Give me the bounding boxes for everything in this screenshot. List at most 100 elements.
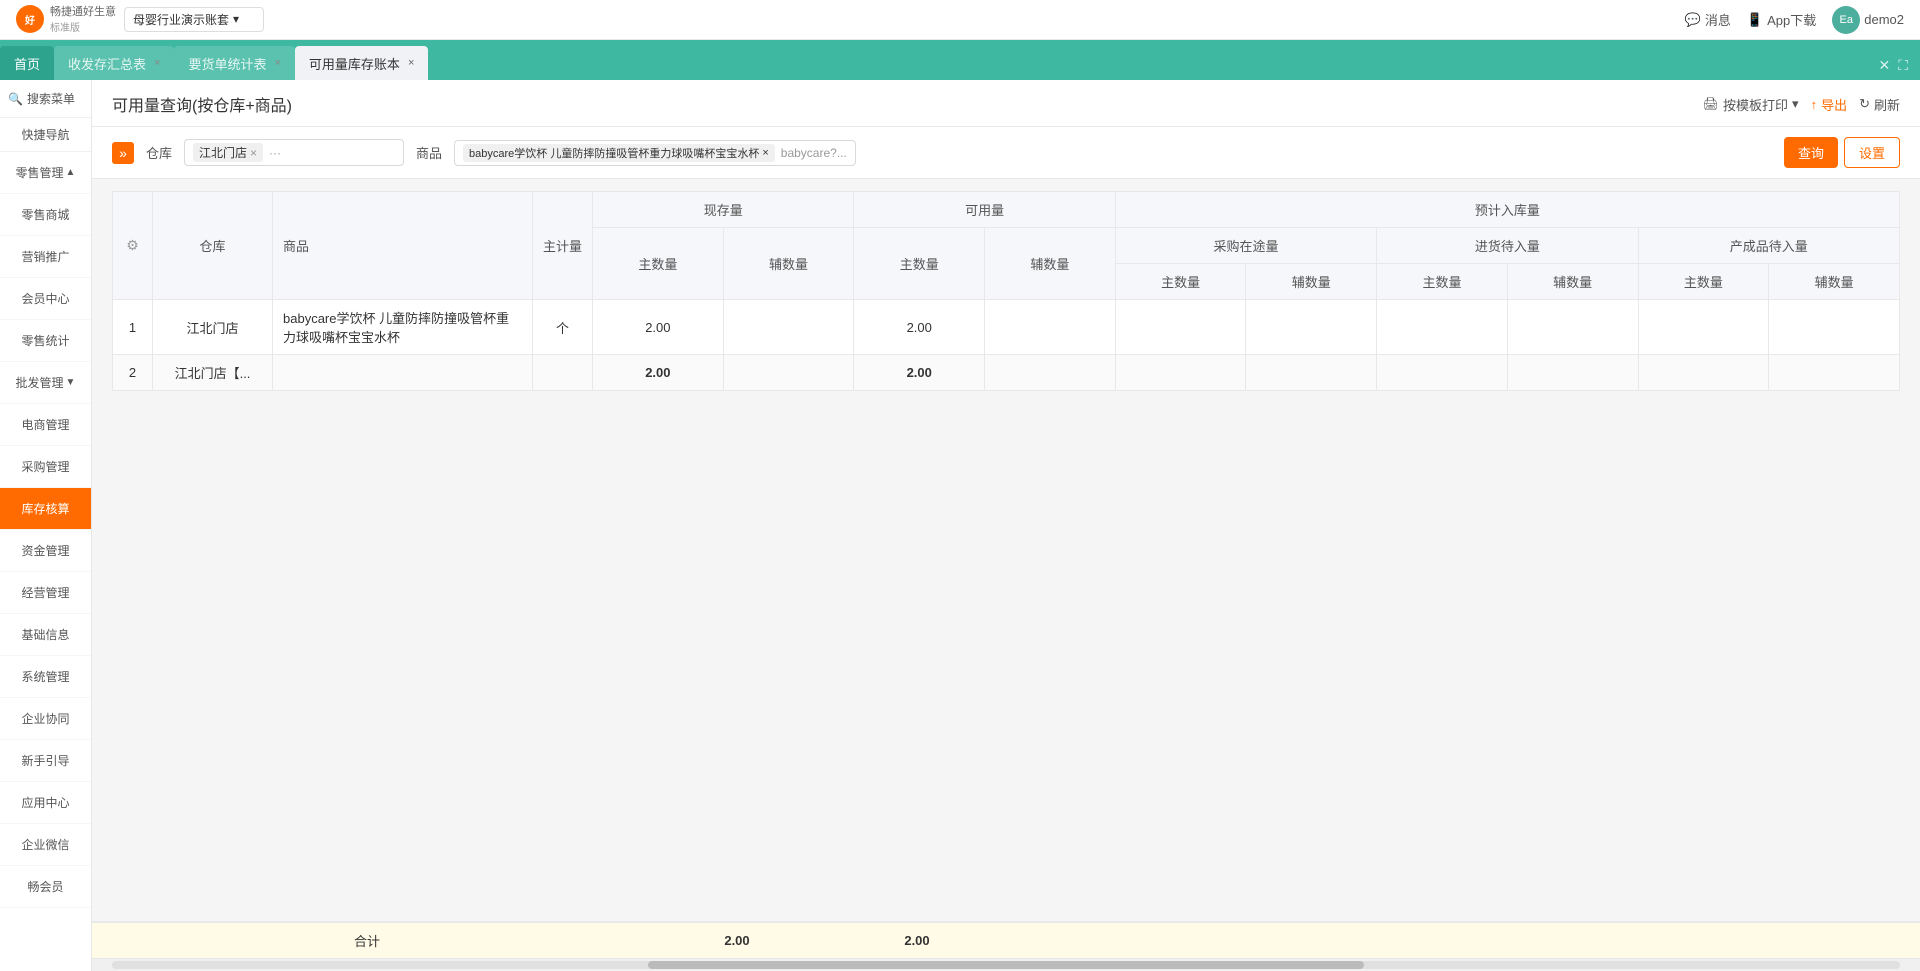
sidebar-item-retail-stats[interactable]: 零售统计 [0,320,91,362]
table-row: 1 江北门店 babycare学饮杯 儿童防摔防撞吸管杯重力球吸嘴杯宝宝水杯 个… [113,300,1900,355]
expand-button[interactable]: » [112,142,134,164]
sidebar-search[interactable]: 🔍 搜索菜单 [0,80,91,118]
sidebar-item-finance[interactable]: 资金管理 [0,530,91,572]
user-info[interactable]: Ea demo2 [1832,6,1904,34]
th-pr-aux: 辅数量 [1769,264,1900,300]
refresh-button[interactable]: ↻ 刷新 [1859,95,1900,114]
scrollbar-thumb[interactable] [648,961,1363,969]
product-tag: babycare学饮杯 儿童防摔防撞吸管杯重力球吸嘴杯宝宝水杯 × [463,144,775,162]
nav-expand-icon[interactable]: ⛶ [1898,57,1908,74]
th-planned-in-group: 预计入库量 [1115,192,1899,228]
app-icon: 📱 [1747,12,1763,28]
product-tag-remove[interactable]: × [762,147,768,159]
th-p-aux: 辅数量 [1246,264,1377,300]
sidebar-item-retail-mgmt[interactable]: 零售管理 ▲ [0,152,91,194]
refresh-icon: ↻ [1859,96,1870,112]
sidebar-item-retail-mall[interactable]: 零售商城 [0,194,91,236]
cell-unit-2 [533,355,593,391]
th-warehouse: 仓库 [153,192,273,300]
refresh-label: 刷新 [1874,95,1900,114]
sidebar-item-app-center[interactable]: 应用中心 [0,782,91,824]
cell-g-main-1 [1377,300,1508,355]
message-icon: 💬 [1685,12,1701,28]
sidebar-item-new-guide[interactable]: 新手引导 [0,740,91,782]
tab-available-stock-label: 可用量库存账本 [309,54,400,73]
tab-receipts[interactable]: 收发存汇总表 × [54,46,174,80]
tab-home-label: 首页 [14,54,40,73]
sidebar-item-enterprise-wechat[interactable]: 企业微信 [0,824,91,866]
cell-seq-1: 1 [113,300,153,355]
sidebar-item-purchase-mgmt[interactable]: 采购管理 [0,446,91,488]
sidebar-item-inventory-label: 库存核算 [21,500,69,517]
export-button[interactable]: ↑ 导出 [1811,95,1848,114]
th-settings[interactable]: ⚙ [113,192,153,300]
tab-receipts-close[interactable]: × [154,57,160,69]
tab-order-stats-label: 要货单统计表 [188,54,266,73]
sidebar-item-purchase-mgmt-label: 采购管理 [21,458,69,475]
sidebar-item-retail-stats-label: 零售统计 [21,332,69,349]
cell-product-2 [273,355,533,391]
sidebar-item-member-center-label: 会员中心 [21,290,69,307]
sidebar-item-ecommerce-label: 电商管理 [21,416,69,433]
query-button[interactable]: 查询 [1784,137,1838,168]
sidebar-item-enterprise-collab[interactable]: 企业协同 [0,698,91,740]
sidebar-item-marketing-label: 营销推广 [21,248,69,265]
sidebar-item-retail-mall-label: 零售商城 [21,206,69,223]
th-product: 商品 [273,192,533,300]
industry-selector[interactable]: 母婴行业演示账套 ▾ [124,7,264,32]
sidebar-item-wholesale-mgmt-arrow: ▼ [66,377,76,388]
sidebar-item-retail-mgmt-label: 零售管理 [16,164,64,181]
warehouse-filter-ellipsis[interactable]: ··· [269,146,281,160]
sidebar-item-wholesale-mgmt-label: 批发管理 [16,374,64,391]
sidebar-quick-nav[interactable]: 快捷导航 [0,118,91,152]
tab-order-stats-close[interactable]: × [274,57,280,69]
sidebar-item-basic-info[interactable]: 基础信息 [0,614,91,656]
sidebar-item-ecommerce[interactable]: 电商管理 [0,404,91,446]
filter-row: » 仓库 江北门店 × ··· 商品 babycare学饮杯 儿童防摔防撞吸管杯… [92,127,1920,179]
cell-p-main-1 [1115,300,1246,355]
sidebar-item-system-mgmt[interactable]: 系统管理 [0,656,91,698]
sidebar-item-member-plus[interactable]: 畅会员 [0,866,91,908]
th-g-aux: 辅数量 [1507,264,1638,300]
sidebar-item-wholesale-mgmt[interactable]: 批发管理 ▼ [0,362,91,404]
cell-stock-main-1: 2.00 [593,300,724,355]
cell-p-main-2 [1115,355,1246,391]
message-button[interactable]: 💬 消息 [1685,10,1731,29]
quick-nav-label: 快捷导航 [21,128,69,142]
top-bar: 好 畅捷通好生意 标准版 母婴行业演示账套 ▾ 💬 消息 📱 App下载 Ea … [0,0,1920,40]
print-arrow-icon: ▾ [1792,96,1799,112]
warehouse-filter-area[interactable]: 江北门店 × ··· [184,139,404,166]
page-header: 可用量查询(按仓库+商品) 🖨 按模板打印 ▾ ↑ 导出 ↻ 刷新 [92,80,1920,127]
logo-area: 好 畅捷通好生意 标准版 [16,5,116,34]
sidebar-item-operations-label: 经营管理 [21,584,69,601]
sidebar-item-operations[interactable]: 经营管理 [0,572,91,614]
tab-home[interactable]: 首页 [0,46,54,80]
cell-pr-aux-1 [1769,300,1900,355]
app-download-button[interactable]: 📱 App下载 [1747,10,1816,29]
sidebar-item-member-center[interactable]: 会员中心 [0,278,91,320]
sidebar-item-system-mgmt-label: 系统管理 [21,668,69,685]
sidebar-item-retail-mgmt-arrow: ▲ [66,167,76,178]
sidebar-item-marketing[interactable]: 营销推广 [0,236,91,278]
warehouse-tag-remove[interactable]: × [250,146,257,160]
main-layout: 🔍 搜索菜单 快捷导航 零售管理 ▲ 零售商城 营销推广 会员中心 零售统计 批… [0,80,1920,971]
brand-name: 畅捷通好生意 [50,5,116,19]
nav-close-icon[interactable]: ✕ [1878,57,1890,74]
search-icon: 🔍 [8,92,23,106]
th-pr-main: 主数量 [1638,264,1769,300]
sidebar-item-inventory[interactable]: 库存核算 [0,488,91,530]
cell-pr-aux-2 [1769,355,1900,391]
tab-available-stock-close[interactable]: × [408,57,414,69]
product-filter-ellipsis[interactable]: babycare?... [781,146,847,160]
filter-actions: 查询 设置 [1784,137,1900,168]
product-filter-label: 商品 [416,143,442,162]
th-stock-main: 主数量 [593,228,724,300]
print-button[interactable]: 🖨 按模板打印 ▾ [1703,95,1799,114]
product-filter-area[interactable]: babycare学饮杯 儿童防摔防撞吸管杯重力球吸嘴杯宝宝水杯 × babyca… [454,140,856,166]
th-p-main: 主数量 [1115,264,1246,300]
tab-available-stock[interactable]: 可用量库存账本 × [295,46,428,80]
warehouse-tag-text: 江北门店 [199,144,247,161]
settings-button[interactable]: 设置 [1844,137,1900,168]
tab-order-stats[interactable]: 要货单统计表 × [174,46,294,80]
scrollbar-track[interactable] [112,961,1900,969]
